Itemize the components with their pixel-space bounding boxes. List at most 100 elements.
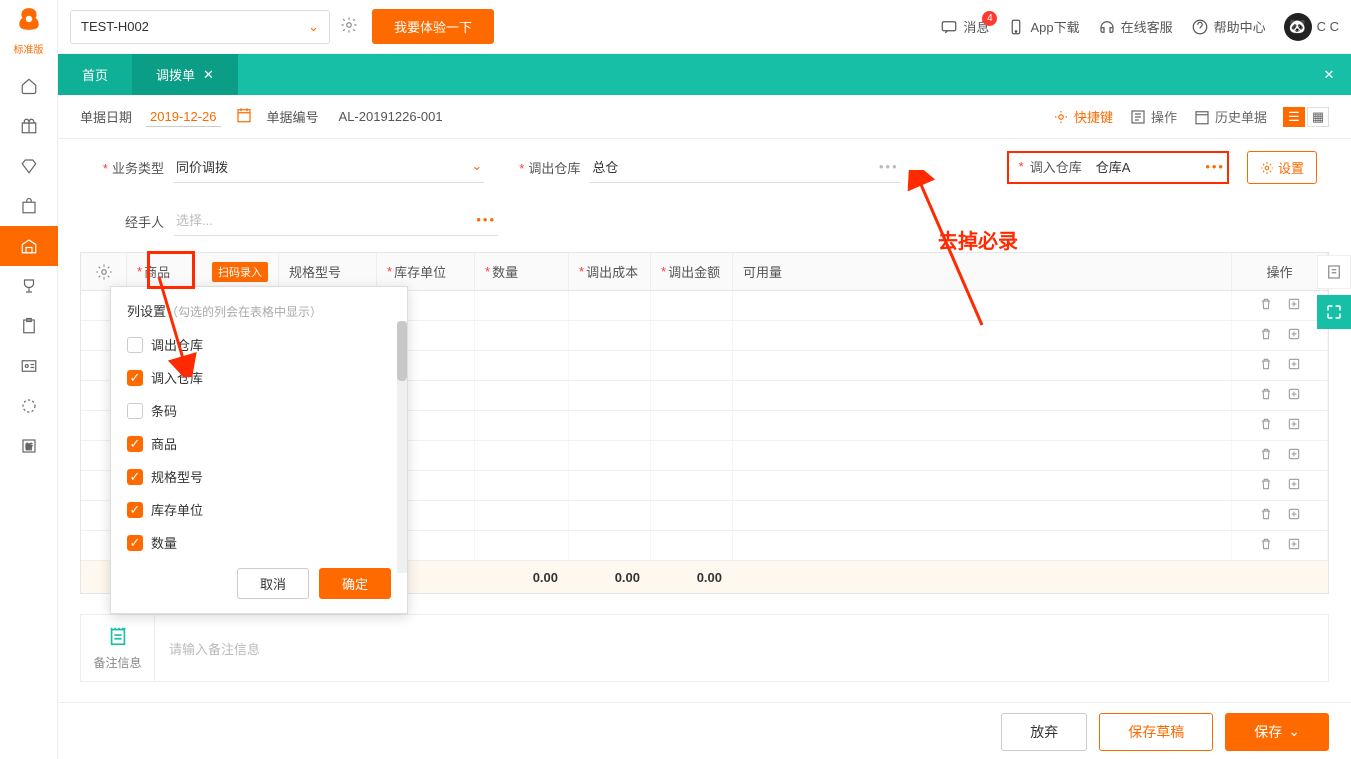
delete-icon[interactable] (1259, 417, 1273, 434)
checkbox[interactable]: ✓ (127, 469, 143, 485)
save-button[interactable]: 保存⌄ (1225, 713, 1329, 751)
delete-icon[interactable] (1259, 507, 1273, 524)
save-draft-button[interactable]: 保存草稿 (1099, 713, 1213, 751)
checkbox[interactable]: ✓ (127, 535, 143, 551)
settings-button[interactable]: 设置 (1247, 151, 1317, 184)
popup-option[interactable]: ✓规格型号 (127, 460, 391, 493)
view-list[interactable]: ☰ (1283, 107, 1305, 127)
add-icon[interactable] (1287, 507, 1301, 524)
messages-badge: 4 (982, 11, 997, 26)
in-warehouse-field[interactable]: * 调入仓库 仓库A ••• (1007, 151, 1229, 184)
calendar-icon[interactable] (235, 106, 253, 127)
popup-option[interactable]: ✓数量 (127, 526, 391, 558)
tab-transfer[interactable]: 调拨单✕ (132, 54, 238, 95)
service-link[interactable]: 在线客服 (1098, 17, 1173, 36)
popup-option[interactable]: ✓库存单位 (127, 493, 391, 526)
num-value: AL-20191226-001 (339, 109, 443, 124)
checkbox[interactable]: ✓ (127, 502, 143, 518)
gear-icon[interactable] (340, 16, 358, 37)
add-icon[interactable] (1287, 477, 1301, 494)
checkbox[interactable] (127, 337, 143, 353)
sum-amount: 0.00 (651, 561, 733, 593)
delete-icon[interactable] (1259, 357, 1273, 374)
discard-button[interactable]: 放弃 (1001, 713, 1087, 751)
delete-icon[interactable] (1259, 297, 1273, 314)
add-icon[interactable] (1287, 357, 1301, 374)
num-label: 单据编号 (267, 107, 319, 126)
biz-type-cell: *业务类型 同价调拨⌄ (80, 147, 496, 194)
nav-bag[interactable] (0, 186, 58, 226)
side-note-button[interactable] (1317, 255, 1351, 289)
nav-money[interactable] (0, 266, 58, 306)
col-unit: *库存单位 (377, 253, 475, 290)
remark-row: 备注信息 请输入备注信息 (80, 614, 1329, 682)
trial-button[interactable]: 我要体验一下 (372, 9, 494, 44)
add-icon[interactable] (1287, 387, 1301, 404)
delete-icon[interactable] (1259, 387, 1273, 404)
view-card[interactable]: ▦ (1307, 107, 1329, 127)
col-op: 操作 (1232, 253, 1328, 290)
add-icon[interactable] (1287, 537, 1301, 554)
avatar: 🐼 (1284, 13, 1312, 41)
sum-cost: 0.00 (569, 561, 651, 593)
date-label: 单据日期 (80, 107, 132, 126)
nav-loading[interactable] (0, 386, 58, 426)
tab-home[interactable]: 首页 (58, 54, 132, 95)
popup-option[interactable]: 条码 (127, 394, 391, 427)
logo-icon (16, 6, 42, 39)
app-download-link[interactable]: App下载 (1007, 17, 1079, 36)
handler-field[interactable]: 选择...••• (174, 206, 498, 236)
annotation-arrow (907, 170, 997, 340)
nav-clipboard[interactable] (0, 306, 58, 346)
remark-input[interactable]: 请输入备注信息 (155, 629, 1328, 668)
delete-icon[interactable] (1259, 537, 1273, 554)
operate-link[interactable]: 操作 (1129, 107, 1177, 126)
nav-home[interactable] (0, 66, 58, 106)
more-icon[interactable]: ••• (879, 159, 899, 174)
checkbox[interactable] (127, 403, 143, 419)
left-sidebar: 标准版 新 (0, 0, 58, 759)
org-combo[interactable]: TEST-H002 ⌄ (70, 10, 330, 44)
messages-link[interactable]: 消息 4 (940, 17, 989, 36)
nav-warehouse[interactable] (0, 226, 58, 266)
svg-text:新: 新 (25, 442, 32, 451)
view-toggle: ☰ ▦ (1283, 107, 1329, 127)
popup-option[interactable]: ✓商品 (127, 427, 391, 460)
delete-icon[interactable] (1259, 327, 1273, 344)
user-menu[interactable]: 🐼 C C (1284, 13, 1339, 41)
column-settings-button[interactable] (81, 253, 127, 290)
close-all-tabs[interactable]: ✕ (1307, 54, 1351, 95)
delete-icon[interactable] (1259, 477, 1273, 494)
nav-diamond[interactable] (0, 146, 58, 186)
footer: 放弃 保存草稿 保存⌄ (58, 702, 1351, 759)
close-icon[interactable]: ✕ (203, 67, 214, 83)
checkbox[interactable]: ✓ (127, 436, 143, 452)
out-warehouse-field[interactable]: 总仓••• (590, 153, 900, 183)
popup-ok-button[interactable]: 确定 (319, 568, 391, 599)
nav-user[interactable] (0, 346, 58, 386)
add-icon[interactable] (1287, 447, 1301, 464)
annotation-arrow-2 (149, 277, 209, 377)
chevron-down-icon: ⌄ (308, 19, 319, 35)
biz-type-field[interactable]: 同价调拨⌄ (174, 153, 484, 183)
nav-gift[interactable] (0, 106, 58, 146)
more-icon[interactable]: ••• (476, 212, 496, 227)
col-spec: 规格型号 (279, 253, 377, 290)
history-link[interactable]: 历史单据 (1193, 107, 1267, 126)
add-icon[interactable] (1287, 327, 1301, 344)
nav-new[interactable]: 新 (0, 426, 58, 466)
more-icon[interactable]: ••• (1205, 159, 1225, 174)
delete-icon[interactable] (1259, 447, 1273, 464)
side-expand-button[interactable] (1317, 295, 1351, 329)
add-icon[interactable] (1287, 417, 1301, 434)
help-link[interactable]: 帮助中心 (1191, 17, 1266, 36)
org-combo-value: TEST-H002 (81, 19, 149, 34)
out-warehouse-cell: *调出仓库 总仓••• (496, 147, 912, 194)
checkbox[interactable]: ✓ (127, 370, 143, 386)
add-icon[interactable] (1287, 297, 1301, 314)
scan-button[interactable]: 扫码录入 (212, 262, 268, 282)
popup-cancel-button[interactable]: 取消 (237, 568, 309, 599)
doc-header: 单据日期 2019-12-26 单据编号 AL-20191226-001 快捷键… (58, 95, 1351, 139)
shortcut-link[interactable]: 快捷键 (1052, 107, 1113, 126)
date-value[interactable]: 2019-12-26 (146, 107, 221, 127)
